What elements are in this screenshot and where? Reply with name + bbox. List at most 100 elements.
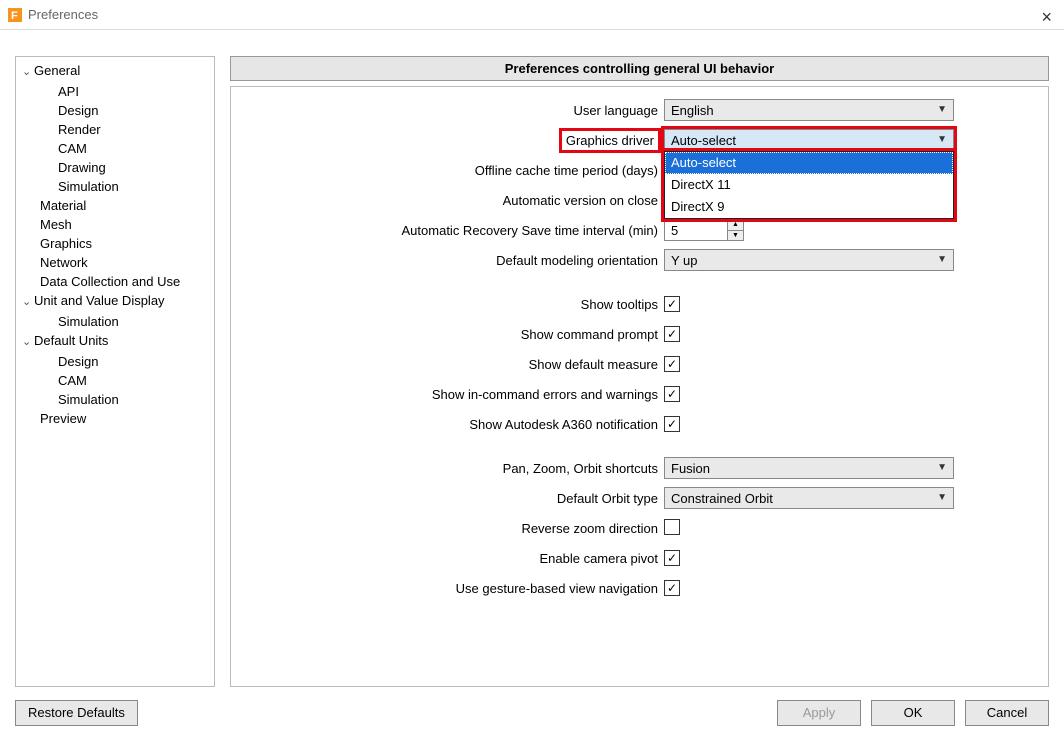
tree-item[interactable]: Mesh: [16, 215, 214, 234]
label-graphics-driver: Graphics driver: [247, 133, 664, 148]
tree-item[interactable]: Graphics: [16, 234, 214, 253]
tree-item-label: Graphics: [40, 236, 92, 251]
row-show-default-measure: Show default measure ✓: [247, 353, 1032, 375]
tree-item[interactable]: ⌄Unit and Value Display: [16, 291, 214, 312]
row-camera-pivot: Enable camera pivot ✓: [247, 547, 1032, 569]
content-area: ⌄GeneralAPIDesignRenderCAMDrawingSimulat…: [15, 56, 1049, 687]
label-auto-version: Automatic version on close: [247, 193, 664, 208]
row-show-command-prompt: Show command prompt ✓: [247, 323, 1032, 345]
graphics-driver-dropdown[interactable]: Auto-select DirectX 11 DirectX 9: [664, 151, 954, 219]
tree-item-label: Unit and Value Display: [34, 293, 165, 308]
row-orbit-type: Default Orbit type Constrained Orbit ▼: [247, 487, 1032, 509]
checkbox-show-tooltips[interactable]: ✓: [664, 296, 680, 312]
combo-user-language[interactable]: English ▼: [664, 99, 954, 121]
checkbox-show-a360[interactable]: ✓: [664, 416, 680, 432]
dropdown-option[interactable]: Auto-select: [665, 152, 953, 174]
apply-button[interactable]: Apply: [777, 700, 861, 726]
combo-default-orientation[interactable]: Y up ▼: [664, 249, 954, 271]
cancel-button[interactable]: Cancel: [965, 700, 1049, 726]
tree-item-label: Default Units: [34, 333, 108, 348]
checkbox-show-command-prompt[interactable]: ✓: [664, 326, 680, 342]
spin-up-icon: ▲: [728, 220, 743, 231]
tree-item-label: Data Collection and Use: [40, 274, 180, 289]
combo-orbit-type[interactable]: Constrained Orbit ▼: [664, 487, 954, 509]
row-default-orientation: Default modeling orientation Y up ▼: [247, 249, 1032, 271]
tree-item-label: Simulation: [58, 314, 119, 329]
dropdown-option[interactable]: DirectX 11: [665, 174, 953, 196]
tree-item[interactable]: ⌄General: [16, 61, 214, 82]
spin-down-icon: ▼: [728, 231, 743, 241]
tree-item-label: Mesh: [40, 217, 72, 232]
tree-item[interactable]: Material: [16, 196, 214, 215]
tree-item[interactable]: Network: [16, 253, 214, 272]
checkbox-gesture-nav[interactable]: ✓: [664, 580, 680, 596]
tree-item[interactable]: Simulation: [16, 177, 214, 196]
chevron-down-icon: ⌄: [22, 64, 34, 81]
tree-item-label: Design: [58, 354, 98, 369]
window-title: Preferences: [28, 7, 98, 22]
tree-item[interactable]: Drawing: [16, 158, 214, 177]
tree-item-label: General: [34, 63, 80, 78]
tree-item-label: Preview: [40, 411, 86, 426]
row-pzo: Pan, Zoom, Orbit shortcuts Fusion ▼: [247, 457, 1032, 479]
tree-item-label: Drawing: [58, 160, 106, 175]
svg-text:F: F: [11, 10, 18, 22]
tree-item[interactable]: Data Collection and Use: [16, 272, 214, 291]
tree-item-label: CAM: [58, 373, 87, 388]
combo-graphics-driver[interactable]: Auto-select ▼: [664, 129, 954, 151]
panel-body: User language English ▼ Graphics driver …: [230, 86, 1049, 687]
tree-item-label: Material: [40, 198, 86, 213]
tree-item-label: Simulation: [58, 179, 119, 194]
label-auto-recovery: Automatic Recovery Save time interval (m…: [247, 223, 664, 238]
row-auto-recovery: Automatic Recovery Save time interval (m…: [247, 219, 1032, 241]
tree-item[interactable]: Simulation: [16, 312, 214, 331]
checkbox-reverse-zoom[interactable]: [664, 519, 680, 535]
tree-item[interactable]: Preview: [16, 409, 214, 428]
chevron-down-icon: ▼: [937, 134, 947, 145]
dropdown-option[interactable]: DirectX 9: [665, 196, 953, 218]
row-show-tooltips: Show tooltips ✓: [247, 293, 1032, 315]
spinner-auto-recovery[interactable]: 5 ▲▼: [664, 219, 744, 241]
tree-item-label: Network: [40, 255, 88, 270]
label-user-language: User language: [247, 103, 664, 118]
ok-button[interactable]: OK: [871, 700, 955, 726]
chevron-down-icon: ▼: [937, 462, 947, 473]
row-show-a360: Show Autodesk A360 notification ✓: [247, 413, 1032, 435]
label-default-orientation: Default modeling orientation: [247, 253, 664, 268]
preferences-tree[interactable]: ⌄GeneralAPIDesignRenderCAMDrawingSimulat…: [15, 56, 215, 687]
chevron-down-icon: ⌄: [22, 334, 34, 351]
checkbox-camera-pivot[interactable]: ✓: [664, 550, 680, 566]
tree-item[interactable]: ⌄Default Units: [16, 331, 214, 352]
tree-item[interactable]: Design: [16, 352, 214, 371]
titlebar: F Preferences ×: [0, 0, 1064, 30]
row-show-errors: Show in-command errors and warnings ✓: [247, 383, 1032, 405]
close-icon[interactable]: ×: [1041, 7, 1052, 28]
tree-item[interactable]: Render: [16, 120, 214, 139]
tree-item[interactable]: API: [16, 82, 214, 101]
label-show-tooltips: Show tooltips: [247, 297, 664, 312]
chevron-down-icon: ▼: [937, 492, 947, 503]
footer: Restore Defaults Apply OK Cancel: [15, 699, 1049, 727]
label-offline-cache: Offline cache time period (days): [247, 163, 664, 178]
row-reverse-zoom: Reverse zoom direction: [247, 517, 1032, 539]
row-graphics-driver: Graphics driver Auto-select ▼ Auto-selec…: [247, 129, 1032, 151]
chevron-down-icon: ▼: [937, 254, 947, 265]
combo-pzo[interactable]: Fusion ▼: [664, 457, 954, 479]
main-panel: Preferences controlling general UI behav…: [230, 56, 1049, 687]
tree-item[interactable]: Design: [16, 101, 214, 120]
checkbox-show-default-measure[interactable]: ✓: [664, 356, 680, 372]
panel-header: Preferences controlling general UI behav…: [230, 56, 1049, 81]
tree-item-label: API: [58, 84, 79, 99]
checkbox-show-errors[interactable]: ✓: [664, 386, 680, 402]
tree-item-label: Render: [58, 122, 101, 137]
restore-defaults-button[interactable]: Restore Defaults: [15, 700, 138, 726]
tree-item[interactable]: CAM: [16, 371, 214, 390]
chevron-down-icon: ⌄: [22, 294, 34, 311]
app-logo-icon: F: [8, 8, 22, 22]
tree-item[interactable]: Simulation: [16, 390, 214, 409]
tree-item-label: Design: [58, 103, 98, 118]
row-gesture-nav: Use gesture-based view navigation ✓: [247, 577, 1032, 599]
spinner-buttons[interactable]: ▲▼: [727, 220, 743, 240]
row-user-language: User language English ▼: [247, 99, 1032, 121]
tree-item[interactable]: CAM: [16, 139, 214, 158]
